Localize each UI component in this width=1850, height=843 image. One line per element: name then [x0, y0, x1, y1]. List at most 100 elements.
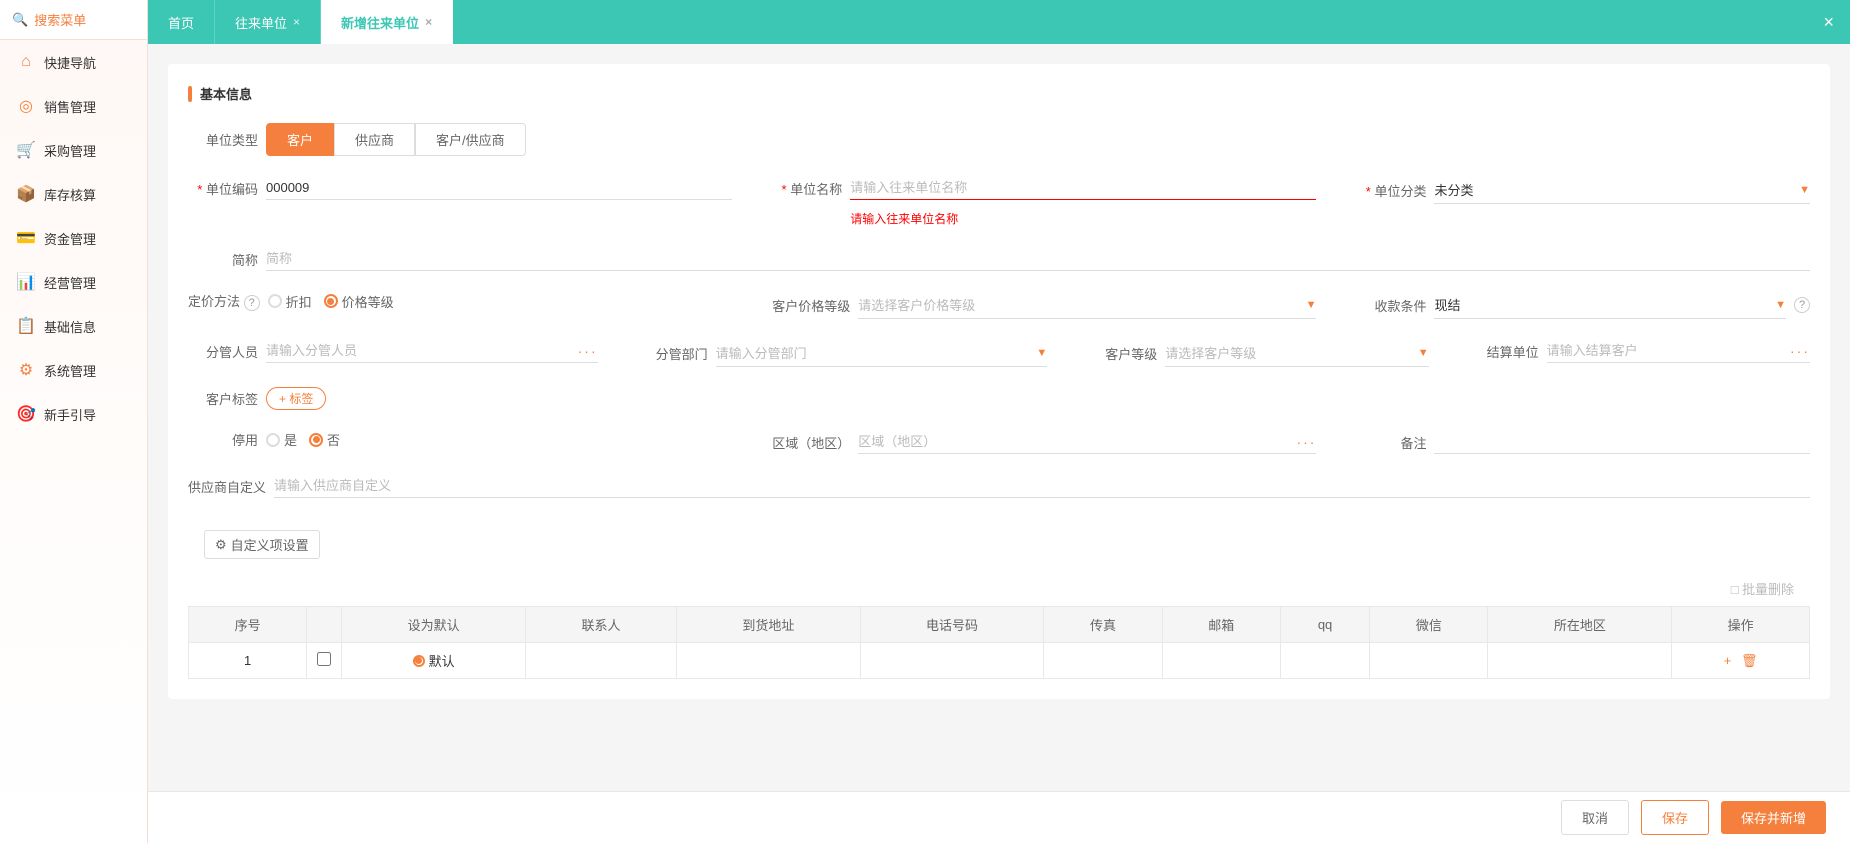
th-region: 所在地区 — [1488, 607, 1672, 643]
row-default-label: 默认 — [429, 651, 455, 670]
disabled-no-label: 否 — [327, 430, 340, 449]
unit-name-input[interactable] — [850, 176, 1316, 200]
row-checkbox[interactable] — [317, 652, 331, 666]
payment-terms-label: 收款条件 — [1356, 296, 1426, 315]
manager-input[interactable] — [266, 339, 574, 362]
th-fax: 传真 — [1044, 607, 1162, 643]
pricing-discount[interactable]: 折扣 — [268, 292, 312, 311]
payment-terms-select[interactable]: 现结 ▼ — [1434, 291, 1786, 319]
sidebar-item-system[interactable]: ⚙ 系统管理 — [0, 348, 147, 392]
sidebar-item-newbie[interactable]: 🎯 新手引导 — [0, 392, 147, 436]
manager-row: 分管人员 ··· 分管部门 请输入分管部门 ▼ 客户等级 — [188, 339, 1810, 367]
tabbar: 首页 往来单位 × 新增往来单位 × × — [148, 0, 1850, 44]
sidebar-item-basic-info[interactable]: 📋 基础信息 — [0, 304, 147, 348]
tab-counterpart-close[interactable]: × — [293, 15, 300, 29]
row-default: 默认 — [342, 643, 526, 679]
th-address: 到货地址 — [676, 607, 860, 643]
remark-input[interactable] — [1434, 430, 1810, 454]
unit-category-label: * 单位分类 — [1356, 181, 1426, 200]
sidebar-item-label: 库存核算 — [44, 185, 96, 204]
supplier-custom-input[interactable] — [274, 474, 1810, 498]
tag-add-btn[interactable]: + 标签 — [266, 387, 326, 410]
sidebar-item-sales[interactable]: ◎ 销售管理 — [0, 84, 147, 128]
finance-icon: 💳 — [16, 228, 36, 248]
th-contact: 联系人 — [525, 607, 676, 643]
type-btn-customer[interactable]: 客户 — [266, 123, 334, 156]
sidebar-item-purchase[interactable]: 🛒 采购管理 — [0, 128, 147, 172]
settlement-input[interactable] — [1547, 339, 1786, 362]
settlement-more-btn[interactable]: ··· — [1790, 343, 1810, 359]
row-add-btn[interactable]: + — [1724, 653, 1732, 668]
sidebar-item-inventory[interactable]: 📦 库存核算 — [0, 172, 147, 216]
row-qq — [1280, 643, 1369, 679]
department-select[interactable]: 请输入分管部门 ▼ — [716, 339, 1048, 367]
batch-delete-label[interactable]: 批量删除 — [1742, 582, 1794, 597]
disabled-yes[interactable]: 是 — [266, 430, 297, 449]
sidebar-item-label: 资金管理 — [44, 229, 96, 248]
payment-terms-arrow: ▼ — [1775, 299, 1786, 311]
tab-new-counterpart-close[interactable]: × — [425, 15, 432, 29]
payment-help-icon[interactable]: ? — [1794, 297, 1810, 313]
tab-home[interactable]: 首页 — [148, 0, 215, 44]
sidebar-item-label: 采购管理 — [44, 141, 96, 160]
region-more-btn[interactable]: ··· — [1296, 434, 1316, 450]
gear-icon: ⚙ — [215, 537, 227, 553]
sales-icon: ◎ — [16, 96, 36, 116]
disabled-no[interactable]: 否 — [309, 430, 340, 449]
payment-terms-value: 现结 — [1434, 295, 1771, 314]
row-seq: 1 — [189, 643, 307, 679]
department-placeholder: 请输入分管部门 — [716, 343, 1033, 362]
unit-name-field: * 单位名称 请输入往来单位名称 — [772, 176, 1316, 227]
tabbar-close-button[interactable]: × — [1807, 12, 1850, 33]
disabled-yes-circle — [266, 433, 280, 447]
pricing-help-icon[interactable]: ? — [244, 295, 260, 311]
region-label: 区域（地区） — [772, 433, 850, 452]
abbr-field: 简称 — [188, 247, 1810, 271]
unit-category-arrow: ▼ — [1799, 184, 1810, 196]
disabled-no-circle — [309, 433, 323, 447]
save-new-button[interactable]: 保存并新增 — [1721, 801, 1826, 834]
type-btn-supplier[interactable]: 供应商 — [334, 123, 415, 156]
customer-level-placeholder: 请选择客户等级 — [1165, 343, 1413, 362]
tab-counterpart[interactable]: 往来单位 × — [215, 0, 321, 44]
abbr-input[interactable] — [266, 247, 1810, 271]
region-input[interactable] — [858, 430, 1292, 453]
customer-price-select[interactable]: 请选择客户价格等级 ▼ — [858, 291, 1316, 319]
custom-settings-button[interactable]: ⚙ 自定义项设置 — [204, 530, 320, 559]
unit-type-group: 客户 供应商 客户/供应商 — [266, 123, 526, 156]
sidebar-item-quick-nav[interactable]: ⌂ 快捷导航 — [0, 40, 147, 84]
customer-level-arrow: ▼ — [1418, 347, 1429, 359]
type-btn-both[interactable]: 客户/供应商 — [415, 123, 526, 156]
unit-code-input[interactable] — [266, 176, 732, 200]
department-label: 分管部门 — [638, 344, 708, 363]
manager-more-btn[interactable]: ··· — [578, 343, 598, 359]
disabled-row: 停用 是 否 区域（地区） — [188, 430, 1810, 454]
settlement-label: 结算单位 — [1469, 342, 1539, 361]
sidebar-search[interactable]: 🔍 搜索菜单 — [0, 0, 147, 40]
tab-counterpart-label: 往来单位 — [235, 13, 287, 32]
custom-settings-label: 自定义项设置 — [231, 535, 309, 554]
tab-home-label: 首页 — [168, 13, 194, 32]
tab-new-counterpart[interactable]: 新增往来单位 × — [321, 0, 453, 44]
pricing-price-level[interactable]: 价格等级 — [324, 292, 394, 311]
th-checkbox — [307, 607, 342, 643]
sidebar-item-operations[interactable]: 📊 经营管理 — [0, 260, 147, 304]
department-field: 分管部门 请输入分管部门 ▼ — [638, 339, 1048, 367]
unit-type-row: 单位类型 客户 供应商 客户/供应商 — [188, 123, 1810, 156]
row-delete-btn[interactable]: 🗑 — [1741, 653, 1758, 668]
default-radio[interactable] — [413, 655, 425, 667]
unit-code-row: * 单位编码 * 单位名称 请输入往来单位名称 — [188, 176, 1810, 227]
save-button[interactable]: 保存 — [1641, 800, 1709, 835]
pricing-price-level-circle — [324, 294, 338, 308]
settlement-input-group: ··· — [1547, 339, 1810, 363]
sidebar-item-finance[interactable]: 💳 资金管理 — [0, 216, 147, 260]
contacts-table-section: 序号 设为默认 联系人 到货地址 电话号码 传真 邮箱 qq 微信 所在地区 操… — [188, 606, 1810, 679]
customer-level-select[interactable]: 请选择客户等级 ▼ — [1165, 339, 1428, 367]
th-wechat: 微信 — [1370, 607, 1488, 643]
unit-category-select[interactable]: 未分类 ▼ — [1434, 176, 1810, 204]
row-phone — [860, 643, 1044, 679]
batch-delete-area: □ 批量删除 — [188, 579, 1810, 606]
cancel-button[interactable]: 取消 — [1561, 800, 1629, 835]
customer-tag-field: 客户标签 + 标签 — [188, 387, 1810, 410]
customer-price-field: 客户价格等级 请选择客户价格等级 ▼ — [772, 291, 1316, 319]
